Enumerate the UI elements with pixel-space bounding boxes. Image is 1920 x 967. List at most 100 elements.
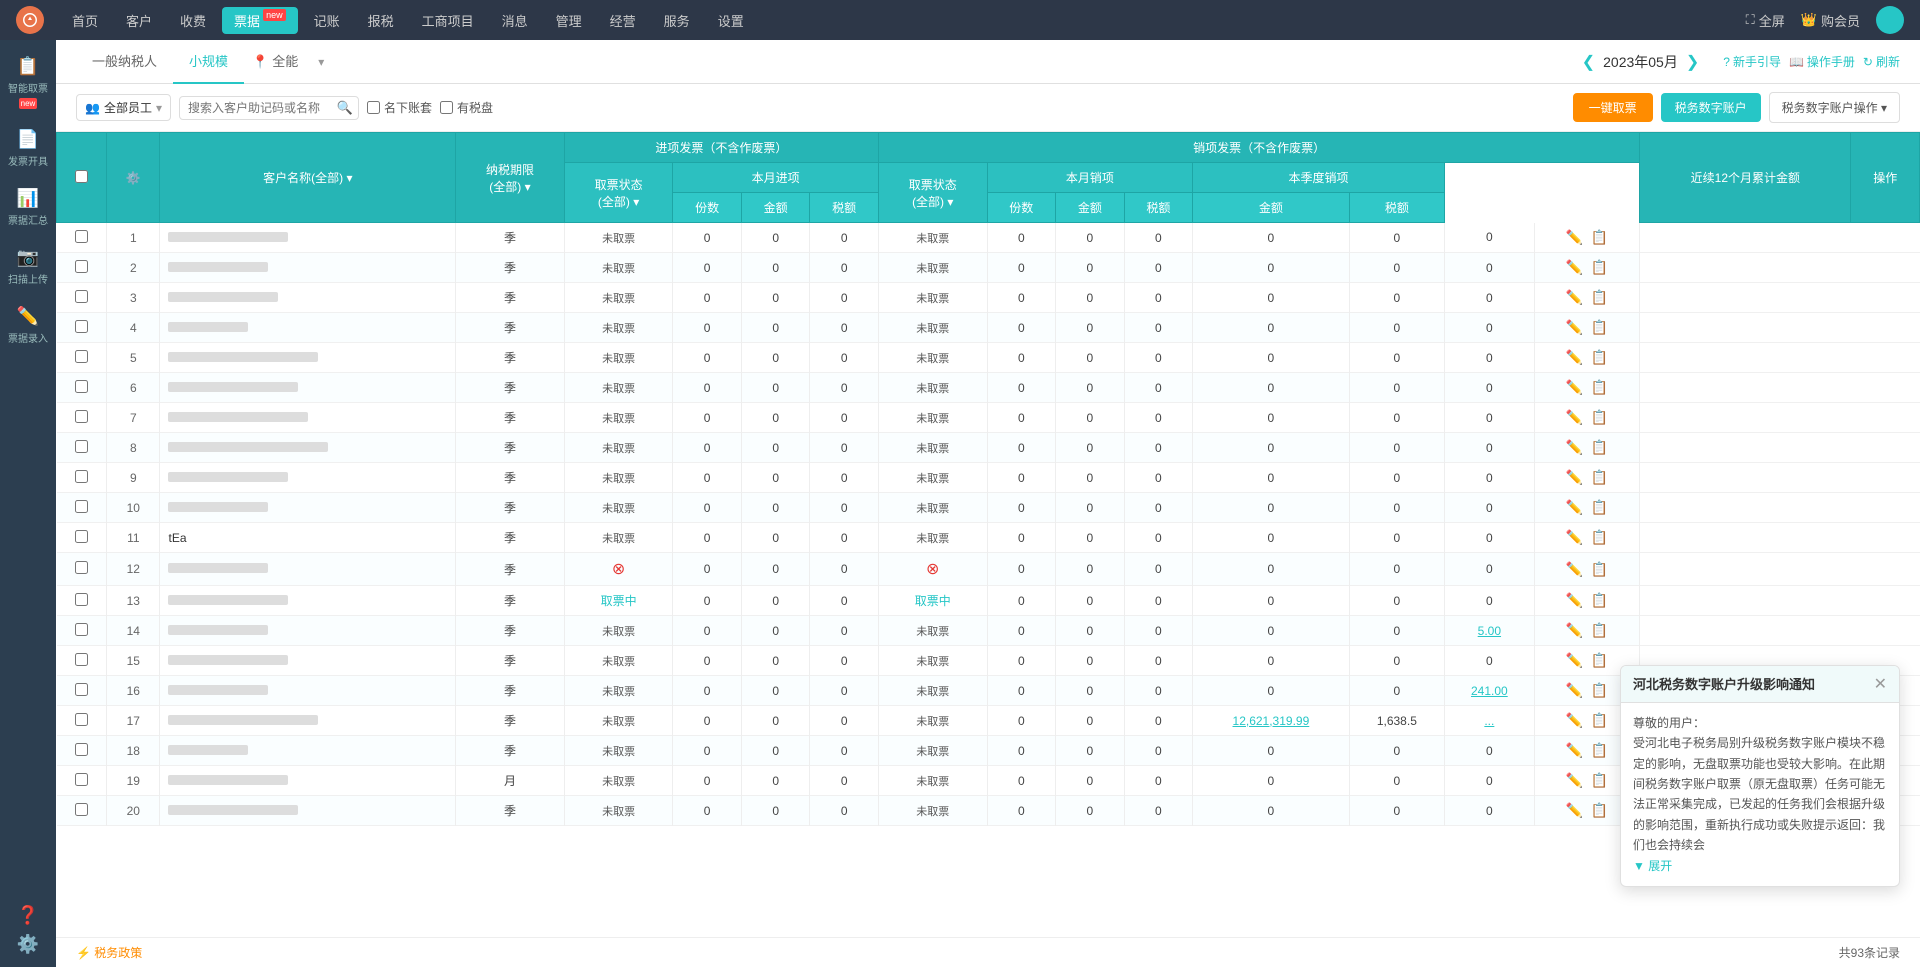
row-checkbox[interactable] bbox=[75, 743, 88, 756]
nav-invoice[interactable]: 票据new bbox=[222, 7, 298, 34]
row-checkbox[interactable] bbox=[75, 230, 88, 243]
row-checkbox[interactable] bbox=[75, 470, 88, 483]
fullscreen-btn[interactable]: ⛶ 全屏 bbox=[1746, 11, 1785, 30]
tax-digital-btn[interactable]: 税务数字账户 bbox=[1661, 93, 1761, 122]
td-checkbox[interactable] bbox=[57, 766, 107, 796]
row-checkbox[interactable] bbox=[75, 653, 88, 666]
edit-icon[interactable]: ✏️ bbox=[1566, 561, 1583, 577]
edit-icon[interactable]: ✏️ bbox=[1566, 622, 1583, 638]
sidebar-item-invoice-issue[interactable]: 📄 发票开具 bbox=[2, 121, 54, 176]
nav-settings[interactable]: 设置 bbox=[706, 7, 756, 34]
tab-all[interactable]: 全能 bbox=[272, 40, 314, 84]
checkbox-taxdisk[interactable]: 有税盘 bbox=[440, 99, 493, 116]
help-icon[interactable]: ❓ bbox=[17, 905, 39, 926]
taxdisk-checkbox[interactable] bbox=[440, 101, 453, 114]
copy-icon[interactable]: 📋 bbox=[1591, 319, 1608, 335]
edit-icon[interactable]: ✏️ bbox=[1566, 592, 1583, 608]
copy-icon[interactable]: 📋 bbox=[1591, 802, 1608, 818]
td-checkbox[interactable] bbox=[57, 586, 107, 616]
tax-operation-btn[interactable]: 税务数字账户操作 ▾ bbox=[1769, 92, 1900, 123]
row-checkbox[interactable] bbox=[75, 500, 88, 513]
edit-icon[interactable]: ✏️ bbox=[1566, 742, 1583, 758]
td-checkbox[interactable] bbox=[57, 553, 107, 586]
copy-icon[interactable]: 📋 bbox=[1591, 529, 1608, 545]
edit-icon[interactable]: ✏️ bbox=[1566, 229, 1583, 245]
refresh-btn[interactable]: ↻ 刷新 bbox=[1863, 53, 1900, 70]
year-amount-val[interactable]: 241.00 bbox=[1471, 684, 1508, 698]
row-checkbox[interactable] bbox=[75, 320, 88, 333]
td-checkbox[interactable] bbox=[57, 706, 107, 736]
edit-icon[interactable]: ✏️ bbox=[1566, 499, 1583, 515]
copy-icon[interactable]: 📋 bbox=[1591, 379, 1608, 395]
edit-icon[interactable]: ✏️ bbox=[1566, 712, 1583, 728]
nav-home[interactable]: 首页 bbox=[60, 7, 110, 34]
copy-icon[interactable]: 📋 bbox=[1591, 409, 1608, 425]
subaccount-checkbox[interactable] bbox=[367, 101, 380, 114]
sidebar-item-invoice-summary[interactable]: 📊 票据汇总 bbox=[2, 180, 54, 235]
th-in-status[interactable]: 取票状态(全部) ▾ bbox=[564, 163, 673, 223]
special-amount[interactable]: 12,621,319.99 bbox=[1233, 714, 1310, 728]
td-checkbox[interactable] bbox=[57, 796, 107, 826]
edit-icon[interactable]: ✏️ bbox=[1566, 529, 1583, 545]
notification-close-btn[interactable]: ✕ bbox=[1874, 674, 1887, 694]
th-checkbox[interactable] bbox=[57, 133, 107, 223]
nav-manage[interactable]: 管理 bbox=[544, 7, 594, 34]
new-guide-link[interactable]: ? 新手引导 bbox=[1723, 53, 1781, 70]
row-checkbox[interactable] bbox=[75, 350, 88, 363]
copy-icon[interactable]: 📋 bbox=[1591, 259, 1608, 275]
row-checkbox[interactable] bbox=[75, 260, 88, 273]
row-checkbox[interactable] bbox=[75, 713, 88, 726]
copy-icon[interactable]: 📋 bbox=[1591, 439, 1608, 455]
td-checkbox[interactable] bbox=[57, 523, 107, 553]
td-checkbox[interactable] bbox=[57, 676, 107, 706]
td-checkbox[interactable] bbox=[57, 283, 107, 313]
tab-general-taxpayer[interactable]: 一般纳税人 bbox=[76, 40, 173, 84]
copy-icon[interactable]: 📋 bbox=[1591, 772, 1608, 788]
sidebar-item-scan-upload[interactable]: 📷 扫描上传 bbox=[2, 239, 54, 294]
notification-expand-btn[interactable]: ▼ 展开 bbox=[1633, 859, 1672, 873]
th-customer-name[interactable]: 客户名称(全部) ▾ bbox=[160, 133, 456, 223]
copy-icon[interactable]: 📋 bbox=[1591, 561, 1608, 577]
edit-icon[interactable]: ✏️ bbox=[1566, 772, 1583, 788]
row-checkbox[interactable] bbox=[75, 803, 88, 816]
nav-bookkeeping[interactable]: 记账 bbox=[302, 7, 352, 34]
sidebar-item-invoice-entry[interactable]: ✏️ 票据录入 bbox=[2, 298, 54, 353]
copy-icon[interactable]: 📋 bbox=[1591, 652, 1608, 668]
td-checkbox[interactable] bbox=[57, 736, 107, 766]
search-icon[interactable]: 🔍 bbox=[337, 100, 353, 116]
row-checkbox[interactable] bbox=[75, 773, 88, 786]
edit-icon[interactable]: ✏️ bbox=[1566, 349, 1583, 365]
th-out-status[interactable]: 取票状态(全部) ▾ bbox=[878, 163, 987, 223]
edit-icon[interactable]: ✏️ bbox=[1566, 379, 1583, 395]
select-all-checkbox[interactable] bbox=[75, 170, 88, 183]
edit-icon[interactable]: ✏️ bbox=[1566, 682, 1583, 698]
manual-link[interactable]: 📖 操作手册 bbox=[1789, 53, 1855, 70]
one-key-ticket-btn[interactable]: 一键取票 bbox=[1573, 93, 1653, 122]
row-checkbox[interactable] bbox=[75, 623, 88, 636]
nav-operations[interactable]: 经营 bbox=[598, 7, 648, 34]
copy-icon[interactable]: 📋 bbox=[1591, 469, 1608, 485]
row-checkbox[interactable] bbox=[75, 380, 88, 393]
checkbox-subaccount[interactable]: 名下账套 bbox=[367, 99, 432, 116]
edit-icon[interactable]: ✏️ bbox=[1566, 409, 1583, 425]
tab-small-scale[interactable]: 小规模 bbox=[173, 40, 244, 84]
copy-icon[interactable]: 📋 bbox=[1591, 229, 1608, 245]
year-amount-val[interactable]: ... bbox=[1484, 714, 1494, 728]
copy-icon[interactable]: 📋 bbox=[1591, 682, 1608, 698]
td-checkbox[interactable] bbox=[57, 403, 107, 433]
nav-service[interactable]: 服务 bbox=[652, 7, 702, 34]
copy-icon[interactable]: 📋 bbox=[1591, 622, 1608, 638]
copy-icon[interactable]: 📋 bbox=[1591, 742, 1608, 758]
copy-icon[interactable]: 📋 bbox=[1591, 499, 1608, 515]
td-checkbox[interactable] bbox=[57, 463, 107, 493]
row-checkbox[interactable] bbox=[75, 290, 88, 303]
edit-icon[interactable]: ✏️ bbox=[1566, 802, 1583, 818]
row-checkbox[interactable] bbox=[75, 530, 88, 543]
settings-icon[interactable]: ⚙️ bbox=[17, 934, 39, 955]
th-tax-period[interactable]: 纳税期限(全部) ▾ bbox=[456, 133, 565, 223]
nav-tax[interactable]: 报税 bbox=[356, 7, 406, 34]
nav-client[interactable]: 客户 bbox=[114, 7, 164, 34]
row-checkbox[interactable] bbox=[75, 410, 88, 423]
row-checkbox[interactable] bbox=[75, 593, 88, 606]
edit-icon[interactable]: ✏️ bbox=[1566, 652, 1583, 668]
